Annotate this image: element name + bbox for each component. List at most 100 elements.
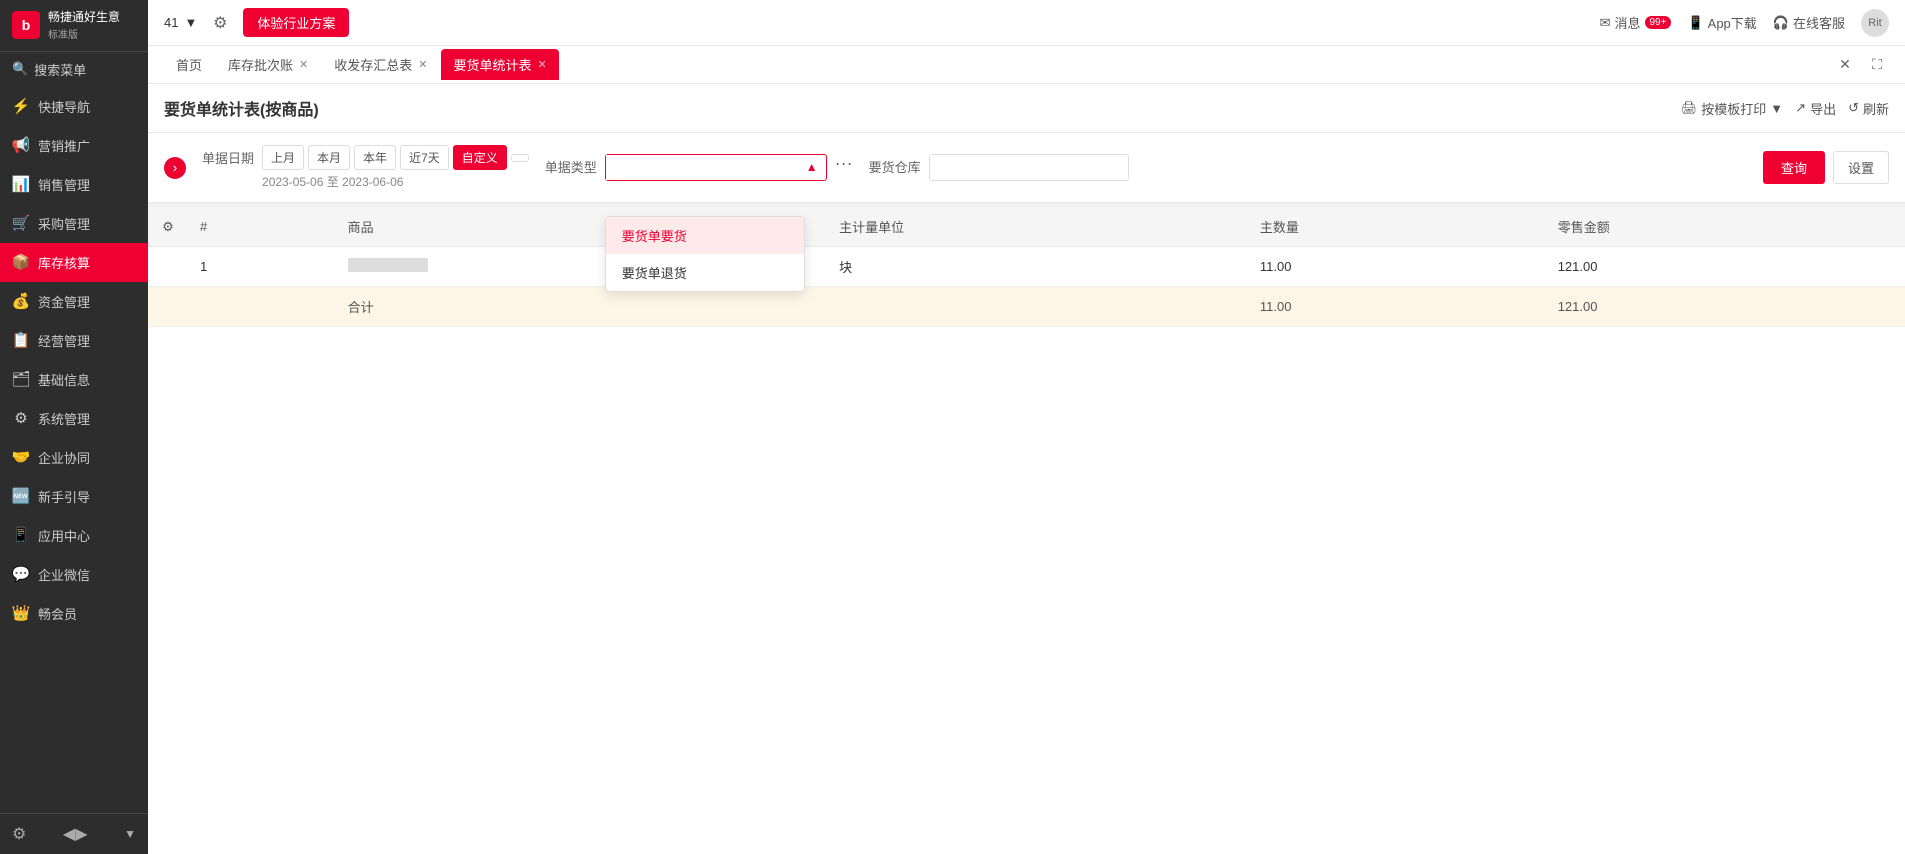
- tab-home-label: 首页: [176, 55, 202, 74]
- sidebar-item-label: 系统管理: [38, 409, 90, 428]
- type-input[interactable]: [606, 155, 798, 180]
- quick-nav-icon: ⚡: [12, 97, 30, 115]
- tab-home[interactable]: 首页: [164, 49, 214, 80]
- type-more-button[interactable]: ···: [835, 154, 853, 172]
- sidebar-item-quick-nav[interactable]: ⚡ 快捷导航: [0, 87, 148, 126]
- sidebar-item-label: 畅会员: [38, 604, 77, 623]
- dropdown-item-order-return[interactable]: 要货单退货: [606, 254, 804, 291]
- tab-inventory-batch-close[interactable]: ✕: [299, 58, 308, 71]
- tab-receive-summary-label: 收发存汇总表: [334, 55, 412, 74]
- type-dropdown[interactable]: ▲: [605, 154, 827, 181]
- sidebar-item-member[interactable]: 👑 畅会员: [0, 594, 148, 633]
- filter-expand-button[interactable]: ›: [164, 157, 186, 179]
- table-footer-row: 合计 11.00 121.00: [148, 287, 1905, 327]
- row-amount: 121.00: [1546, 247, 1905, 287]
- warehouse-filter-label: 要货仓库: [869, 154, 921, 182]
- date-btn-more[interactable]: 自定义: [453, 145, 507, 170]
- warehouse-input[interactable]: [930, 155, 1128, 180]
- row-qty: 11.00: [1248, 247, 1546, 287]
- type-dropdown-arrow[interactable]: ▲: [798, 160, 826, 174]
- app-download-item[interactable]: 📱 App下载: [1687, 13, 1756, 32]
- footer-empty3: [827, 287, 1248, 327]
- refresh-button[interactable]: ↺ 刷新: [1848, 99, 1889, 118]
- maximize-button[interactable]: ⛶: [1865, 53, 1889, 77]
- sidebar-item-guide[interactable]: 🆕 新手引导: [0, 477, 148, 516]
- date-btn-custom[interactable]: [511, 154, 529, 162]
- system-icon: ⚙: [12, 409, 30, 427]
- scroll-down-arrow[interactable]: ▼: [124, 827, 136, 841]
- sidebar-item-label: 新手引导: [38, 487, 90, 506]
- user-avatar[interactable]: Rit: [1861, 9, 1889, 37]
- online-service-item[interactable]: 🎧 在线客服: [1773, 13, 1845, 32]
- product-placeholder: [348, 258, 428, 272]
- sidebar-item-marketing[interactable]: 📢 营销推广: [0, 126, 148, 165]
- settings-button[interactable]: ⚙: [207, 10, 233, 36]
- close-all-tabs-button[interactable]: ✕: [1833, 53, 1857, 77]
- date-btn-this-month[interactable]: 本月: [308, 145, 350, 170]
- print-button[interactable]: 🖨 按模板打印 ▼: [1681, 99, 1783, 118]
- settings-icon[interactable]: ⚙: [12, 824, 26, 844]
- col-num: #: [188, 207, 336, 247]
- sidebar-bottom: ⚙ ◀▶ ▼: [0, 813, 148, 854]
- col-qty: 主数量: [1248, 207, 1546, 247]
- tab-order-summary[interactable]: 要货单统计表 ✕: [441, 49, 558, 80]
- dropdown-item-order-purchase[interactable]: 要货单要货: [606, 217, 804, 254]
- sidebar-item-operation[interactable]: 📋 经营管理: [0, 321, 148, 360]
- sidebar-item-purchase[interactable]: 🛒 采购管理: [0, 204, 148, 243]
- sidebar-item-wechat[interactable]: 💬 企业微信: [0, 555, 148, 594]
- date-btn-this-year[interactable]: 本年: [354, 145, 396, 170]
- sidebar-item-label: 经营管理: [38, 331, 90, 350]
- sidebar-item-finance[interactable]: 💰 资金管理: [0, 282, 148, 321]
- app-center-icon: 📱: [12, 526, 30, 544]
- query-button[interactable]: 查询: [1763, 151, 1825, 184]
- online-service-label: 在线客服: [1793, 13, 1845, 32]
- refresh-label: 刷新: [1863, 99, 1889, 118]
- sidebar-search[interactable]: 🔍 搜索菜单: [0, 52, 148, 87]
- tab-order-summary-close[interactable]: ✕: [538, 58, 547, 71]
- col-settings[interactable]: ⚙: [148, 207, 188, 247]
- sidebar-item-enterprise[interactable]: 🤝 企业协同: [0, 438, 148, 477]
- app-logo-icon: b: [12, 11, 40, 39]
- tab-receive-summary[interactable]: 收发存汇总表 ✕: [322, 49, 439, 80]
- sidebar-item-system[interactable]: ⚙ 系统管理: [0, 399, 148, 438]
- sidebar-nav: ⚡ 快捷导航 📢 营销推广 📊 销售管理 🛒 采购管理 📦 库存核算 💰 资金管…: [0, 87, 148, 813]
- filter-bar: › 单据日期 上月 本月 本年 近7天 自定义 2023-05-06 至 202…: [148, 133, 1905, 203]
- tab-inventory-batch[interactable]: 库存批次账 ✕: [216, 49, 320, 80]
- tab-receive-summary-close[interactable]: ✕: [418, 58, 427, 71]
- date-btn-last-7[interactable]: 近7天: [400, 145, 449, 170]
- sidebar-item-app-center[interactable]: 📱 应用中心: [0, 516, 148, 555]
- sidebar-item-label: 库存核算: [38, 253, 90, 272]
- table-header-row: ⚙ # 商品 主计量单位 主数量 零售金额: [148, 207, 1905, 247]
- page-header: 要货单统计表(按商品) 🖨 按模板打印 ▼ ↗ 导出 ↺ 刷新: [148, 84, 1905, 133]
- service-icon: 🎧: [1773, 15, 1789, 31]
- app-logo-text: 畅捷通好生意 标准版: [48, 10, 120, 41]
- main-content: 41 ▼ ⚙ 体验行业方案 ✉ 消息 99+ 📱 App下载 🎧 在线客服 Ri…: [148, 0, 1905, 854]
- tab-order-summary-label: 要货单统计表: [453, 55, 531, 74]
- collapse-icon[interactable]: ◀▶: [63, 824, 88, 844]
- footer-empty1: [148, 287, 188, 327]
- member-icon: 👑: [12, 604, 30, 622]
- message-item[interactable]: ✉ 消息 99+: [1600, 13, 1672, 32]
- page-content: 要货单统计表(按商品) 🖨 按模板打印 ▼ ↗ 导出 ↺ 刷新 ›: [148, 84, 1905, 854]
- date-btn-last-month[interactable]: 上月: [262, 145, 304, 170]
- trial-button[interactable]: 体验行业方案: [243, 8, 349, 37]
- date-range-display: 2023-05-06 至 2023-06-06: [262, 173, 529, 190]
- col-amount: 零售金额: [1546, 207, 1905, 247]
- sidebar-item-sales[interactable]: 📊 销售管理: [0, 165, 148, 204]
- sidebar-item-basic[interactable]: 🗂 基础信息: [0, 360, 148, 399]
- inventory-icon: 📦: [12, 253, 30, 271]
- print-label: 按模板打印: [1701, 99, 1766, 118]
- export-button[interactable]: ↗ 导出: [1795, 99, 1836, 118]
- refresh-icon: ↺: [1848, 100, 1859, 116]
- print-icon: 🖨: [1681, 100, 1698, 116]
- row-unit: 块: [827, 247, 1248, 287]
- filter-settings-button[interactable]: 设置: [1833, 151, 1889, 184]
- search-icon: 🔍: [12, 61, 28, 77]
- sidebar-item-inventory[interactable]: 📦 库存核算: [0, 243, 148, 282]
- warehouse-filter-section: 要货仓库: [869, 154, 1129, 182]
- sidebar-item-label: 企业协同: [38, 448, 90, 467]
- company-selector[interactable]: 41 ▼: [164, 15, 197, 30]
- data-table-container: ⚙ # 商品 主计量单位 主数量 零售金额 1: [148, 207, 1905, 854]
- export-label: 导出: [1810, 99, 1836, 118]
- app-subtitle: 标准版: [48, 26, 120, 41]
